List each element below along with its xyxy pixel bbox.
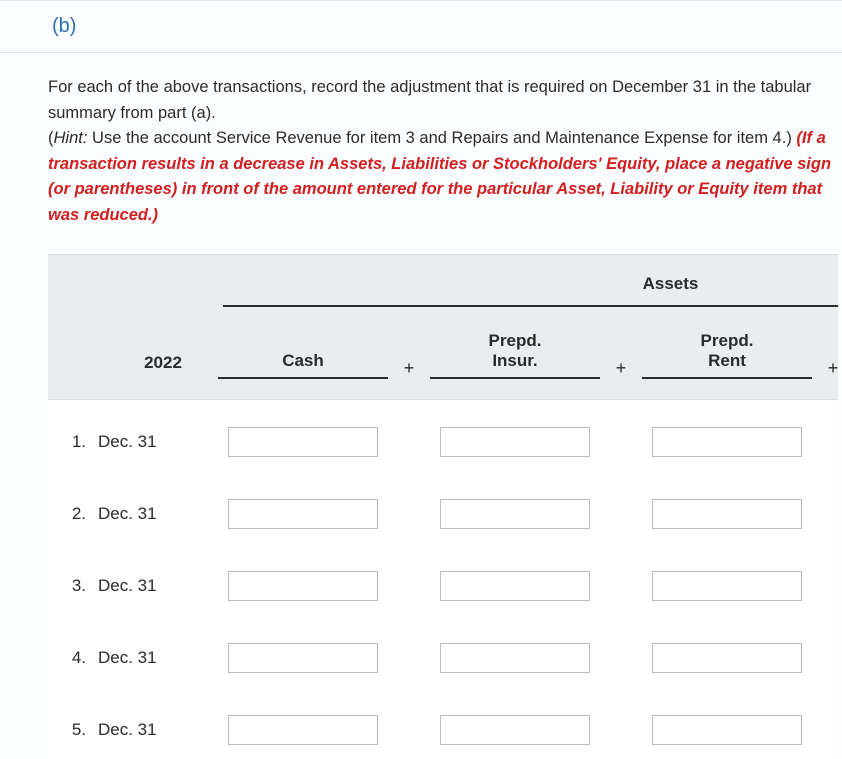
table-row: 4. Dec. 31 <box>48 622 838 694</box>
col-header-year: 2022 <box>48 353 218 379</box>
page-root: (b) For each of the above transactions, … <box>0 0 842 759</box>
col-header-prepd-rent-l1: Prepd. <box>701 331 754 350</box>
column-header-row: 2022 Cash + Prepd. Insur. + Prepd. Rent … <box>48 307 838 387</box>
prepd-rent-input[interactable] <box>652 571 802 601</box>
instruction-line-1: For each of the above transactions, reco… <box>48 78 811 122</box>
tabular-sheet: Assets 2022 Cash + Prepd. Insur. + Prepd… <box>48 254 838 759</box>
row-number: 4. <box>48 648 98 668</box>
assets-group-bar: Assets <box>223 265 838 307</box>
col-header-prepd-rent-l2: Rent <box>642 351 812 371</box>
prepd-rent-input[interactable] <box>652 499 802 529</box>
prepd-rent-input[interactable] <box>652 715 802 745</box>
cash-input[interactable] <box>228 427 378 457</box>
prepd-rent-input[interactable] <box>652 643 802 673</box>
sheet-header: Assets 2022 Cash + Prepd. Insur. + Prepd… <box>48 254 838 400</box>
col-header-plus-2: + <box>600 358 642 379</box>
section-body: For each of the above transactions, reco… <box>0 53 842 759</box>
prepd-insur-input[interactable] <box>440 427 590 457</box>
prepd-insur-input[interactable] <box>440 571 590 601</box>
row-number: 1. <box>48 432 98 452</box>
prepd-rent-input[interactable] <box>652 427 802 457</box>
cash-input[interactable] <box>228 571 378 601</box>
row-number: 5. <box>48 720 98 740</box>
col-header-prepd-rent: Prepd. Rent <box>642 331 812 379</box>
table-row: 1. Dec. 31 <box>48 406 838 478</box>
cash-input[interactable] <box>228 715 378 745</box>
row-date: Dec. 31 <box>98 432 218 452</box>
cash-input[interactable] <box>228 643 378 673</box>
row-date: Dec. 31 <box>98 576 218 596</box>
col-header-prepd-insur-l2: Insur. <box>430 351 600 371</box>
col-header-plus-3: + <box>812 358 838 379</box>
table-row: 2. Dec. 31 <box>48 478 838 550</box>
table-row: 5. Dec. 31 <box>48 694 838 759</box>
row-number: 3. <box>48 576 98 596</box>
table-row: 3. Dec. 31 <box>48 550 838 622</box>
col-header-plus-1: + <box>388 358 430 379</box>
assets-group-label: Assets <box>93 265 838 294</box>
instructions-block: For each of the above transactions, reco… <box>48 75 842 228</box>
row-number: 2. <box>48 504 98 524</box>
col-header-cash: Cash <box>218 351 388 379</box>
row-date: Dec. 31 <box>98 504 218 524</box>
data-rows: 1. Dec. 31 2. Dec. 31 <box>48 400 838 759</box>
row-date: Dec. 31 <box>98 648 218 668</box>
row-date: Dec. 31 <box>98 720 218 740</box>
hint-label: Hint: <box>54 129 88 147</box>
col-header-prepd-insur-l1: Prepd. <box>489 331 542 350</box>
prepd-insur-input[interactable] <box>440 643 590 673</box>
section-b-label: (b) <box>52 15 76 37</box>
table-scroll-area[interactable]: Assets 2022 Cash + Prepd. Insur. + Prepd… <box>48 254 838 759</box>
section-b-header[interactable]: (b) <box>0 0 842 53</box>
instruction-line-2: Use the account Service Revenue for item… <box>87 129 796 147</box>
prepd-insur-input[interactable] <box>440 715 590 745</box>
col-header-prepd-insur: Prepd. Insur. <box>430 331 600 379</box>
cash-input[interactable] <box>228 499 378 529</box>
prepd-insur-input[interactable] <box>440 499 590 529</box>
